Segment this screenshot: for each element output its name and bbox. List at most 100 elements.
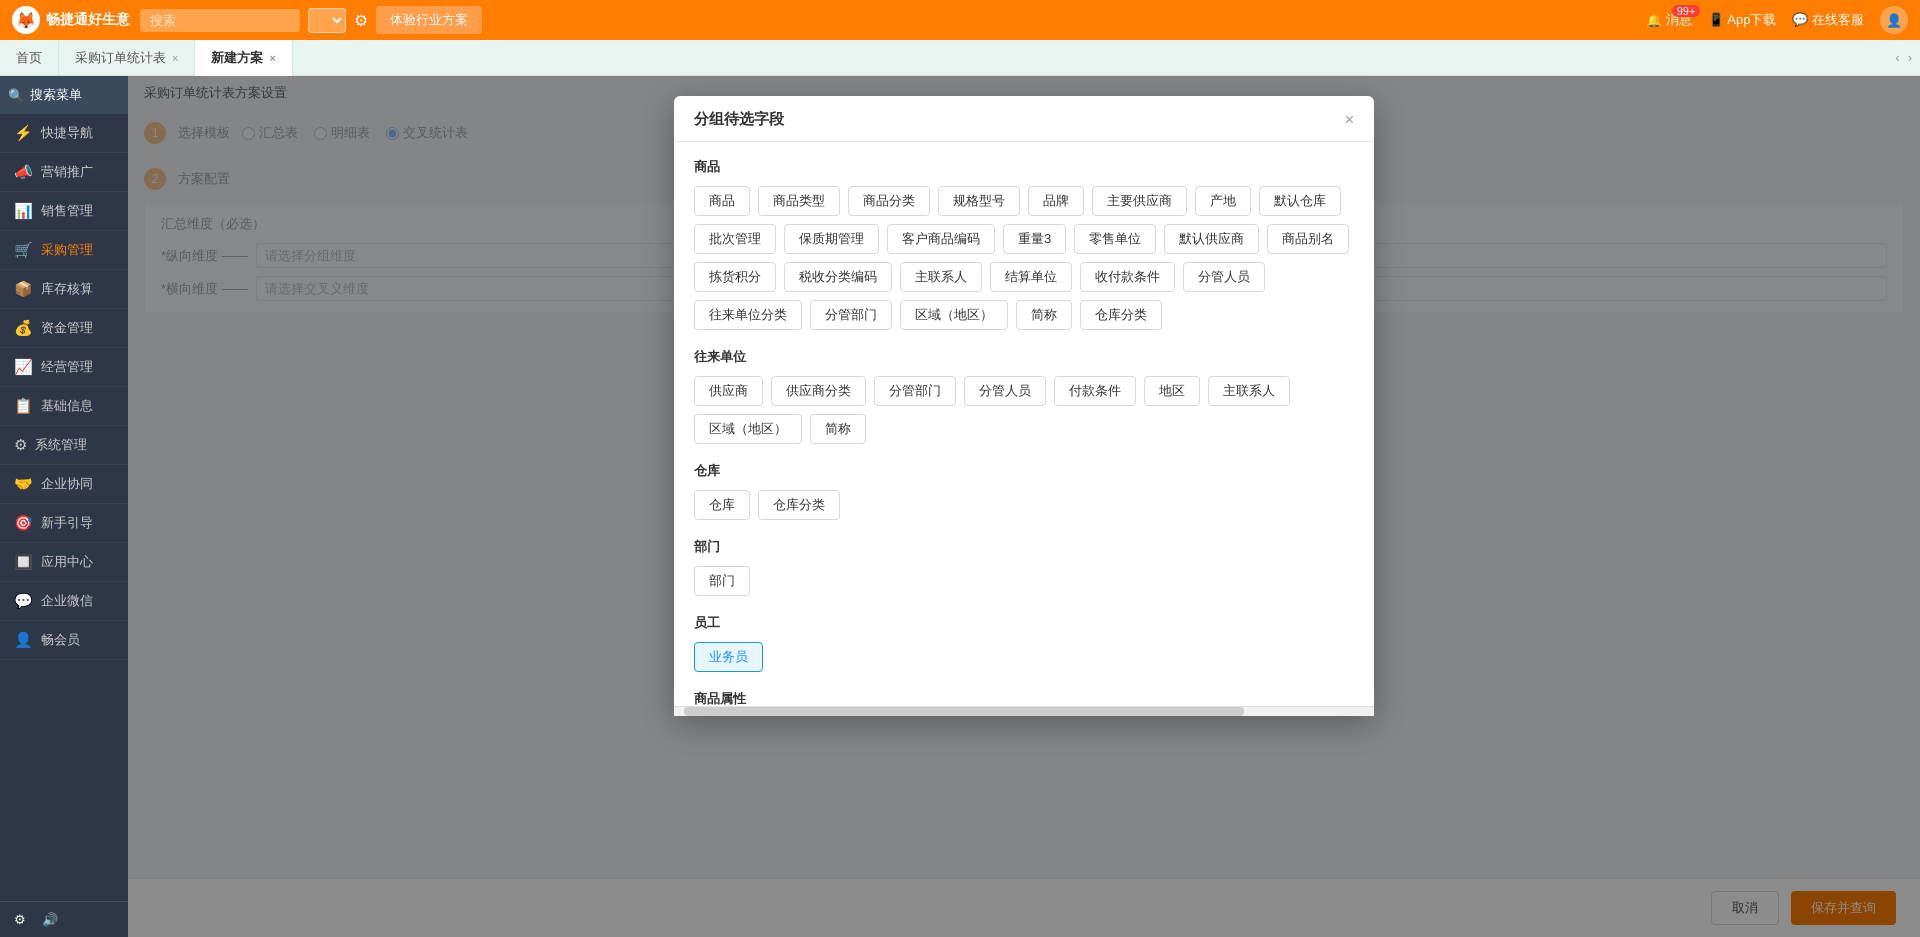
sidebar: 🔍 搜索菜单 ⚡ 快捷导航 📣 营销推广 📊 销售管理 🛒 采购管理 📦 库存核… [0,76,128,937]
dialog-close-button[interactable]: × [1345,112,1354,128]
section-dept: 部门 部门 [694,538,1354,596]
sidebar-item-label: 畅会员 [41,631,80,649]
notification-badge: 99+ [1672,5,1701,17]
section-goods-fields: 商品 商品类型 商品分类 规格型号 品牌 主要供应商 产地 默认仓库 批次管理 … [694,186,1354,330]
field-tax-code[interactable]: 税收分类编码 [784,262,892,292]
app-center-icon: 🔲 [14,553,33,571]
guide-icon: 🎯 [14,514,33,532]
user-avatar[interactable]: 👤 [1880,6,1908,34]
field-batch-mgmt[interactable]: 批次管理 [694,224,776,254]
sidebar-item-basic-info[interactable]: 📋 基础信息 [0,387,128,426]
field-region2[interactable]: 区域（地区） [694,414,802,444]
field-partner-category[interactable]: 往来单位分类 [694,300,802,330]
tab-purchase-stats[interactable]: 采购订单统计表 × [59,40,195,76]
section-product-attr: 商品属性 属性 颜色 多规格 尺码 鞋码 1 [694,690,1354,706]
sidebar-item-inventory[interactable]: 📦 库存核算 [0,270,128,309]
field-wh-category[interactable]: 仓库分类 [1080,300,1162,330]
field-default-wh[interactable]: 默认仓库 [1259,186,1341,216]
dialog-body[interactable]: 商品 商品 商品类型 商品分类 规格型号 品牌 主要供应商 产地 默认仓库 批次… [674,142,1374,706]
marketing-icon: 📣 [14,163,33,181]
tab-prev-icon[interactable]: ‹ [1895,50,1899,65]
field-pick-score[interactable]: 拣货积分 [694,262,776,292]
field-supplier-cat[interactable]: 供应商分类 [771,376,866,406]
sidebar-settings-icon[interactable]: ⚙ [14,912,26,927]
field-spec-type[interactable]: 规格型号 [938,186,1020,216]
sidebar-volume-icon[interactable]: 🔊 [42,912,58,927]
tab-new-label: 新建方案 [211,49,263,67]
tab-home[interactable]: 首页 [0,40,59,76]
tab-purchase-close[interactable]: × [172,52,178,64]
system-icon: ⚙ [14,436,27,454]
sidebar-item-quick-nav[interactable]: ⚡ 快捷导航 [0,114,128,153]
field-cust-code[interactable]: 客户商品编码 [887,224,995,254]
gear-button[interactable]: ⚙ [354,11,368,30]
field-main-supplier[interactable]: 主要供应商 [1092,186,1187,216]
top-right-area: 🔔 消息 99+ 📱 App下载 💬 在线客服 👤 [1646,6,1908,34]
field-dept[interactable]: 部门 [694,566,750,596]
trial-button[interactable]: 体验行业方案 [376,6,482,34]
field-retail-unit[interactable]: 零售单位 [1074,224,1156,254]
field-supplier[interactable]: 供应商 [694,376,763,406]
dialog-title: 分组待选字段 [694,110,784,129]
sidebar-item-label: 销售管理 [41,202,93,220]
sidebar-search[interactable]: 🔍 搜索菜单 [0,76,128,114]
field-goods-alias[interactable]: 商品别名 [1267,224,1349,254]
sidebar-item-label: 系统管理 [35,436,87,454]
field-shelf-life[interactable]: 保质期管理 [784,224,879,254]
sidebar-item-operations[interactable]: 📈 经营管理 [0,348,128,387]
sidebar-item-finance[interactable]: 💰 资金管理 [0,309,128,348]
operations-icon: 📈 [14,358,33,376]
field-region[interactable]: 区域（地区） [900,300,1008,330]
field-abbr[interactable]: 简称 [1016,300,1072,330]
tab-new-plan[interactable]: 新建方案 × [195,40,292,76]
field-wh[interactable]: 仓库 [694,490,750,520]
field-abbr2[interactable]: 简称 [810,414,866,444]
field-settlement-unit[interactable]: 结算单位 [990,262,1072,292]
field-brand[interactable]: 品牌 [1028,186,1084,216]
field-dept-mgmt2[interactable]: 分管部门 [874,376,956,406]
section-staff-title: 员工 [694,614,1354,632]
sidebar-item-coop[interactable]: 🤝 企业协同 [0,465,128,504]
section-dept-fields: 部门 [694,566,1354,596]
sidebar-item-member[interactable]: 👤 畅会员 [0,621,128,660]
field-area[interactable]: 地区 [1144,376,1200,406]
field-salesperson[interactable]: 业务员 [694,642,763,672]
search-icon: 🔍 [8,88,24,103]
field-supervisor[interactable]: 分管人员 [1183,262,1265,292]
section-partner-fields: 供应商 供应商分类 分管部门 分管人员 付款条件 地区 主联系人 区域（地区） … [694,376,1354,444]
tab-new-close[interactable]: × [269,52,275,64]
sidebar-item-system[interactable]: ⚙ 系统管理 [0,426,128,465]
search-input[interactable] [140,9,300,32]
field-dept-mgmt[interactable]: 分管部门 [810,300,892,330]
notification-area[interactable]: 🔔 消息 99+ [1646,11,1692,29]
sidebar-item-guide[interactable]: 🎯 新手引导 [0,504,128,543]
field-wh-cat[interactable]: 仓库分类 [758,490,840,520]
online-service-link[interactable]: 💬 在线客服 [1792,11,1864,29]
sidebar-item-label: 基础信息 [41,397,93,415]
nav-select[interactable] [308,8,346,33]
field-default-supplier[interactable]: 默认供应商 [1164,224,1259,254]
field-supervisor2[interactable]: 分管人员 [964,376,1046,406]
field-main-contact[interactable]: 主联系人 [900,262,982,292]
field-goods-category[interactable]: 商品分类 [848,186,930,216]
field-payment-cond[interactable]: 付款条件 [1054,376,1136,406]
sidebar-item-sales[interactable]: 📊 销售管理 [0,192,128,231]
field-goods-type[interactable]: 商品类型 [758,186,840,216]
inventory-icon: 📦 [14,280,33,298]
sidebar-item-label: 营销推广 [41,163,93,181]
field-payment-terms[interactable]: 收付款条件 [1080,262,1175,292]
field-origin[interactable]: 产地 [1195,186,1251,216]
sidebar-item-label: 快捷导航 [41,124,93,142]
sidebar-item-corp-wx[interactable]: 💬 企业微信 [0,582,128,621]
field-weight3[interactable]: 重量3 [1003,224,1066,254]
dialog-horizontal-scrollbar[interactable] [674,706,1374,716]
app-download-link[interactable]: 📱 App下载 [1708,11,1776,29]
tab-next-icon[interactable]: › [1908,50,1912,65]
service-icon: 💬 [1792,12,1808,27]
sidebar-item-purchase[interactable]: 🛒 采购管理 [0,231,128,270]
sidebar-item-marketing[interactable]: 📣 营销推广 [0,153,128,192]
field-main-contact2[interactable]: 主联系人 [1208,376,1290,406]
top-bar: 🦊 畅捷通好生意 ⚙ 体验行业方案 🔔 消息 99+ 📱 App下载 💬 在线客… [0,0,1920,40]
field-goods[interactable]: 商品 [694,186,750,216]
sidebar-item-app-center[interactable]: 🔲 应用中心 [0,543,128,582]
